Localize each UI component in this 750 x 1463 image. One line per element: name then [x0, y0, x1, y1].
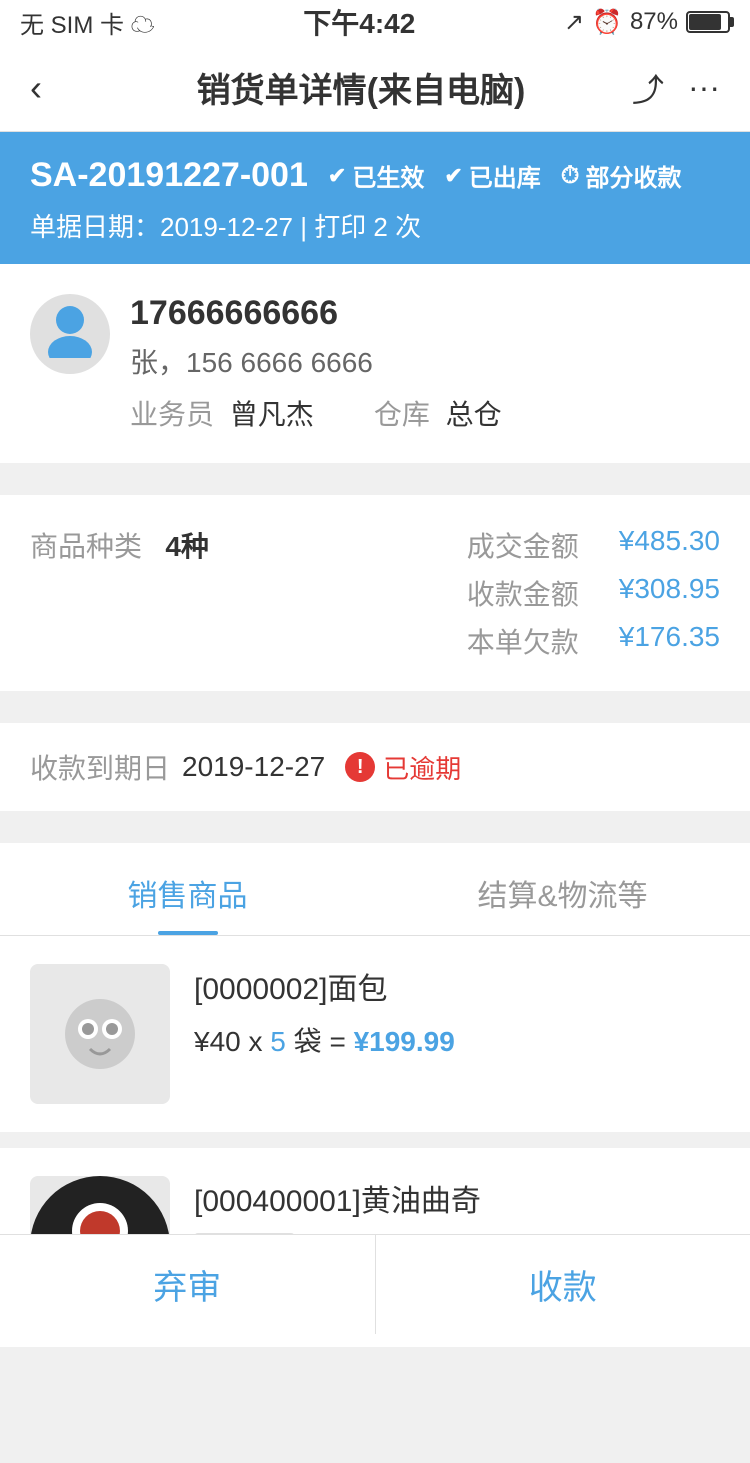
salesperson-field: 业务员 曾凡杰	[130, 393, 314, 433]
tab-settlement[interactable]: 结算&物流等	[375, 843, 750, 935]
nav-actions: ⤴ ···	[632, 65, 720, 111]
status-shipped: ✔ 已出库	[444, 158, 540, 193]
warehouse-label: 仓库	[374, 399, 430, 430]
status-partial: ⏱ 部分收款	[561, 158, 682, 193]
header-date: 单据日期：2019-12-27 | 打印 2 次	[30, 207, 720, 244]
time-label: 下午4:42	[303, 2, 415, 42]
cancel-button[interactable]: 弃审	[0, 1235, 376, 1334]
financial-stats: 成交金额 ¥485.30 收款金额 ¥308.95 本单欠款 ¥176.35	[467, 525, 720, 661]
category-value: 4种	[165, 531, 209, 562]
divider-1	[0, 479, 750, 495]
stats-section: 商品种类 4种 成交金额 ¥485.30 收款金额 ¥308.95 本单欠款 ¥…	[0, 495, 750, 691]
category-stat: 商品种类 4种	[30, 525, 209, 565]
customer-section: 17666666666 张，156 6666 6666 业务员 曾凡杰 仓库 总…	[0, 264, 750, 463]
warehouse-field: 仓库 总仓	[374, 393, 502, 433]
debt-label: 本单欠款	[467, 621, 579, 661]
received-row: 收款金额 ¥308.95	[467, 573, 720, 613]
due-label: 收款到期日	[30, 747, 170, 787]
divider-2	[0, 707, 750, 723]
product-name-1: [0000002]面包	[194, 964, 720, 1008]
received-label: 收款金额	[467, 573, 579, 613]
header-banner: SA-20191227-001 ✔ 已生效 ✔ 已出库 ⏱ 部分收款 单据日期：…	[0, 132, 750, 264]
product-placeholder-1	[30, 964, 170, 1104]
overdue-icon: !	[345, 752, 375, 782]
tab-products[interactable]: 销售商品	[0, 843, 375, 935]
price-1: ¥40	[194, 1026, 241, 1057]
bottom-spacer	[0, 1363, 750, 1463]
deal-label: 成交金额	[467, 525, 579, 565]
avatar	[30, 294, 110, 374]
product-price-1: ¥40 x 5 袋 = ¥199.99	[194, 1020, 720, 1060]
qty-1: 5	[270, 1026, 286, 1057]
customer-meta: 业务员 曾凡杰 仓库 总仓	[130, 393, 720, 433]
check-icon-1: ✔	[328, 163, 346, 189]
page-title: 销货单详情(来自电脑)	[197, 63, 526, 112]
multiply-1: x	[249, 1026, 271, 1057]
status-bar: 无 SIM 卡 ☁ 下午4:42 ↗ ⏰ 87%	[0, 0, 750, 44]
deal-value: ¥485.30	[619, 525, 720, 565]
deal-row: 成交金额 ¥485.30	[467, 525, 720, 565]
back-button[interactable]: ‹	[30, 58, 90, 118]
equals-1: =	[329, 1026, 353, 1057]
product-name-2: [000400001]黄油曲奇	[194, 1176, 720, 1220]
location-icon: ↗	[564, 8, 584, 37]
divider-3	[0, 827, 750, 843]
bottom-bar: 弃审 收款	[0, 1234, 750, 1334]
more-icon[interactable]: ···	[688, 69, 720, 106]
clock-icon: ⏱	[561, 162, 580, 190]
battery-icon	[686, 11, 730, 33]
product-image-1	[30, 964, 170, 1104]
avatar-icon	[40, 298, 100, 370]
order-number: SA-20191227-001	[30, 156, 308, 195]
confirm-button[interactable]: 收款	[376, 1235, 750, 1334]
debt-value: ¥176.35	[619, 621, 720, 661]
salesperson-value: 曾凡杰	[230, 399, 314, 430]
debt-row: 本单欠款 ¥176.35	[467, 621, 720, 661]
customer-id: 17666666666	[130, 294, 720, 333]
warehouse-value: 总仓	[446, 399, 502, 430]
product-item: [0000002]面包 ¥40 x 5 袋 = ¥199.99	[0, 936, 750, 1132]
salesperson-label: 业务员	[130, 399, 214, 430]
status-effective: ✔ 已生效	[328, 158, 424, 193]
status-left: 无 SIM 卡 ☁	[20, 5, 155, 40]
product-details-1: [0000002]面包 ¥40 x 5 袋 = ¥199.99	[194, 964, 720, 1060]
received-value: ¥308.95	[619, 573, 720, 613]
overdue-badge: ! 已逾期	[345, 749, 461, 786]
unit-1: 袋	[294, 1026, 322, 1057]
customer-name: 张，156 6666 6666	[130, 341, 720, 381]
category-label: 商品种类	[30, 531, 142, 562]
tabs-section: 销售商品 结算&物流等	[0, 843, 750, 936]
due-section: 收款到期日 2019-12-27 ! 已逾期	[0, 723, 750, 811]
share-icon[interactable]: ⤴	[632, 65, 664, 111]
overdue-text: 已逾期	[383, 749, 461, 786]
due-date-value: 2019-12-27	[182, 751, 325, 783]
alarm-icon: ⏰	[592, 8, 622, 37]
customer-info: 17666666666 张，156 6666 6666 业务员 曾凡杰 仓库 总…	[130, 294, 720, 433]
check-icon-2: ✔	[444, 163, 462, 189]
total-1: ¥199.99	[354, 1026, 455, 1057]
nav-bar: ‹ 销货单详情(来自电脑) ⤴ ···	[0, 44, 750, 132]
status-right: ↗ ⏰ 87%	[564, 8, 730, 37]
battery-percent: 87%	[630, 8, 678, 36]
order-number-row: SA-20191227-001 ✔ 已生效 ✔ 已出库 ⏱ 部分收款	[30, 156, 720, 195]
sim-label: 无 SIM 卡 ☁	[20, 5, 155, 40]
